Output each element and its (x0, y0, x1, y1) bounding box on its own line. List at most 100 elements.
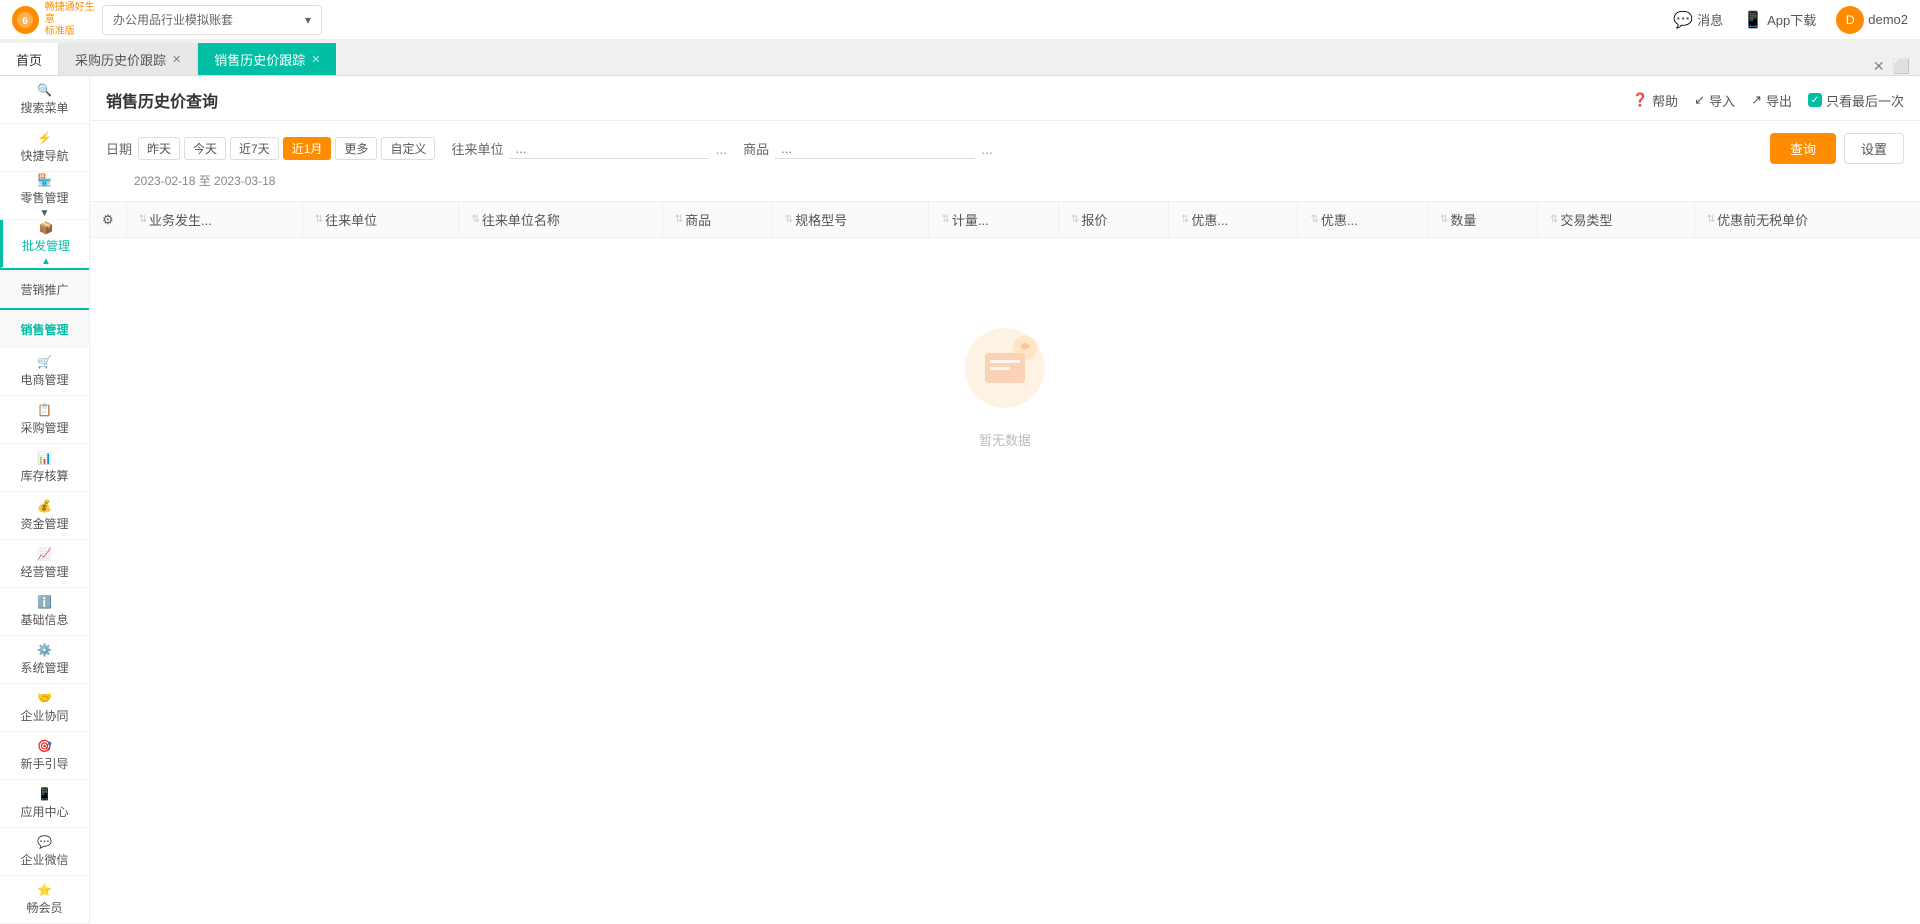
product-label: 商品 (743, 139, 769, 158)
col-discount1[interactable]: ⇅ 优惠... (1168, 202, 1297, 238)
tab-bar: 首页 采购历史价跟踪 ✕ 销售历史价跟踪 ✕ ✕ ⬜ (0, 40, 1920, 76)
sidebar-item-basic-label: 基础信息 (20, 611, 68, 628)
message-btn[interactable]: 💬 消息 (1673, 10, 1723, 30)
sidebar-item-inventory-label: 库存核算 (20, 467, 68, 484)
maximize-btn[interactable]: ⬜ (1893, 58, 1910, 75)
tab-home-label: 首页 (16, 50, 42, 69)
sidebar-item-ecommerce-label: 电商管理 (20, 371, 68, 388)
help-btn[interactable]: ❓ 帮助 (1632, 91, 1678, 110)
wholesale-icon: 📦 (39, 221, 54, 235)
app-download-btn[interactable]: 📱 App下载 (1743, 10, 1816, 30)
sidebar-item-ecommerce[interactable]: 🛒 电商管理 (0, 348, 89, 396)
date-btn-custom[interactable]: 自定义 (381, 137, 435, 160)
only-last-checkbox[interactable]: ✓ (1808, 93, 1822, 107)
main-layout: 🔍 搜索菜单 ⚡ 快捷导航 🏪 零售管理 ▼ 📦 批发管理 ▲ 营销推广 销售管… (0, 76, 1920, 924)
col-unit[interactable]: ⇅ 计量... (929, 202, 1058, 238)
sidebar-item-enterprise-wechat-label: 企业微信 (20, 851, 68, 868)
import-icon: ↙ (1694, 92, 1705, 108)
date-btn-7days[interactable]: 近7天 (230, 137, 279, 160)
app-selector-label: 办公用品行业模拟账套 (113, 11, 233, 28)
col-trade-type[interactable]: ⇅ 交易类型 (1538, 202, 1695, 238)
col-biz-date-label: 业务发生... (149, 210, 212, 229)
avatar: D (1836, 6, 1864, 34)
sidebar-item-member[interactable]: ⭐ 畅会员 (0, 876, 89, 924)
date-range-display: 2023-02-18 至 2023-03-18 (134, 174, 275, 188)
sidebar-item-system[interactable]: ⚙️ 系统管理 (0, 636, 89, 684)
enterprise-wechat-icon: 💬 (37, 835, 52, 849)
tab-sales-history-label: 销售历史价跟踪 (214, 50, 305, 69)
settings-button[interactable]: 设置 (1844, 133, 1904, 164)
sidebar-item-marketing-promo[interactable]: 营销推广 (0, 268, 89, 308)
dropdown-icon: ▾ (305, 13, 311, 27)
col-spec[interactable]: ⇅ 规格型号 (772, 202, 929, 238)
sidebar-item-basic-info[interactable]: ℹ️ 基础信息 (0, 588, 89, 636)
tab-purchase-history[interactable]: 采购历史价跟踪 ✕ (59, 43, 198, 75)
chevron-down-icon: ▼ (40, 208, 50, 219)
col-partner-code[interactable]: ⇅ 往来单位 (302, 202, 459, 238)
close-all-tabs-btn[interactable]: ✕ (1873, 58, 1885, 75)
fund-icon: 💰 (37, 499, 52, 513)
empty-state-text: 暂无数据 (979, 430, 1031, 449)
sidebar-item-enterprise-wechat[interactable]: 💬 企业微信 (0, 828, 89, 876)
message-label: 消息 (1697, 10, 1723, 29)
sidebar-item-collab[interactable]: 🤝 企业协同 (0, 684, 89, 732)
sidebar-item-fund[interactable]: 💰 资金管理 (0, 492, 89, 540)
sidebar-item-wholesale-mgmt[interactable]: 📦 批发管理 ▲ (0, 220, 89, 268)
phone-icon: 📱 (1743, 10, 1763, 30)
tab-sales-history[interactable]: 销售历史价跟踪 ✕ (198, 43, 336, 75)
tab-purchase-history-label: 采购历史价跟踪 (75, 50, 166, 69)
col-partner-name[interactable]: ⇅ 往来单位名称 (459, 202, 662, 238)
user-area[interactable]: D demo2 (1836, 6, 1908, 34)
date-btn-yesterday[interactable]: 昨天 (138, 137, 180, 160)
date-btn-1month[interactable]: 近1月 (283, 137, 332, 160)
header-actions: ❓ 帮助 ↙ 导入 ↗ 导出 ✓ 只看最后一次 (1632, 91, 1904, 110)
quick-nav-icon: ⚡ (37, 131, 52, 145)
col-product[interactable]: ⇅ 商品 (662, 202, 772, 238)
query-button[interactable]: 查询 (1770, 133, 1836, 164)
table-container: ⚙ ⇅ 业务发生... ⇅ 往来单位 ⇅ 往来单位名称 ⇅ 商品 (90, 202, 1920, 924)
only-last-checkbox-area[interactable]: ✓ 只看最后一次 (1808, 91, 1904, 110)
tab-home[interactable]: 首页 (0, 43, 59, 75)
col-discount2[interactable]: ⇅ 优惠... (1298, 202, 1427, 238)
retail-icon: 🏪 (37, 173, 52, 187)
date-btn-today[interactable]: 今天 (184, 137, 226, 160)
product-dots: ... (981, 141, 993, 157)
col-quote[interactable]: ⇅ 报价 (1058, 202, 1168, 238)
import-btn[interactable]: ↙ 导入 (1694, 91, 1735, 110)
col-quantity-label: 数量 (1450, 210, 1476, 229)
help-icon: ❓ (1632, 92, 1648, 108)
product-input[interactable] (775, 139, 975, 159)
date-btns: 昨天 今天 近7天 近1月 更多 自定义 (138, 137, 435, 160)
tab-purchase-history-close[interactable]: ✕ (172, 53, 181, 66)
sidebar-item-sales-mgmt[interactable]: 销售管理 (0, 308, 89, 348)
import-label: 导入 (1709, 91, 1735, 110)
product-filter: 商品 ... (743, 139, 993, 159)
sidebar-item-app-center[interactable]: 📱 应用中心 (0, 780, 89, 828)
tab-actions: ✕ ⬜ (1873, 58, 1920, 75)
sidebar-item-quick-nav[interactable]: ⚡ 快捷导航 (0, 124, 89, 172)
search-icon: 🔍 (37, 83, 52, 97)
sidebar-item-retail-mgmt[interactable]: 🏪 零售管理 ▼ (0, 172, 89, 220)
col-biz-date[interactable]: ⇅ 业务发生... (126, 202, 302, 238)
col-quantity[interactable]: ⇅ 数量 (1427, 202, 1537, 238)
partner-input[interactable] (509, 139, 709, 159)
col-pretax-price-label: 优惠前无税单价 (1717, 210, 1808, 229)
app-download-label: App下载 (1767, 10, 1816, 29)
export-btn[interactable]: ↗ 导出 (1751, 91, 1792, 110)
gear-icon: ⚙ (102, 212, 114, 227)
sidebar-item-guide[interactable]: 🎯 新手引导 (0, 732, 89, 780)
col-pretax-price[interactable]: ⇅ 优惠前无税单价 (1694, 202, 1920, 238)
app-selector[interactable]: 办公用品行业模拟账套 ▾ (102, 5, 322, 35)
sidebar-item-purchase[interactable]: 📋 采购管理 (0, 396, 89, 444)
col-gear[interactable]: ⚙ (90, 202, 126, 238)
tab-sales-history-close[interactable]: ✕ (311, 53, 320, 66)
user-name: demo2 (1868, 12, 1908, 27)
sidebar-item-system-label: 系统管理 (20, 659, 68, 676)
sidebar-item-guide-label: 新手引导 (20, 755, 68, 772)
sidebar-item-search-menu[interactable]: 🔍 搜索菜单 (0, 76, 89, 124)
sidebar-item-inventory[interactable]: 📊 库存核算 (0, 444, 89, 492)
export-label: 导出 (1766, 91, 1792, 110)
date-btn-more[interactable]: 更多 (335, 137, 377, 160)
ecommerce-icon: 🛒 (37, 355, 52, 369)
sidebar-item-operation[interactable]: 📈 经营管理 (0, 540, 89, 588)
